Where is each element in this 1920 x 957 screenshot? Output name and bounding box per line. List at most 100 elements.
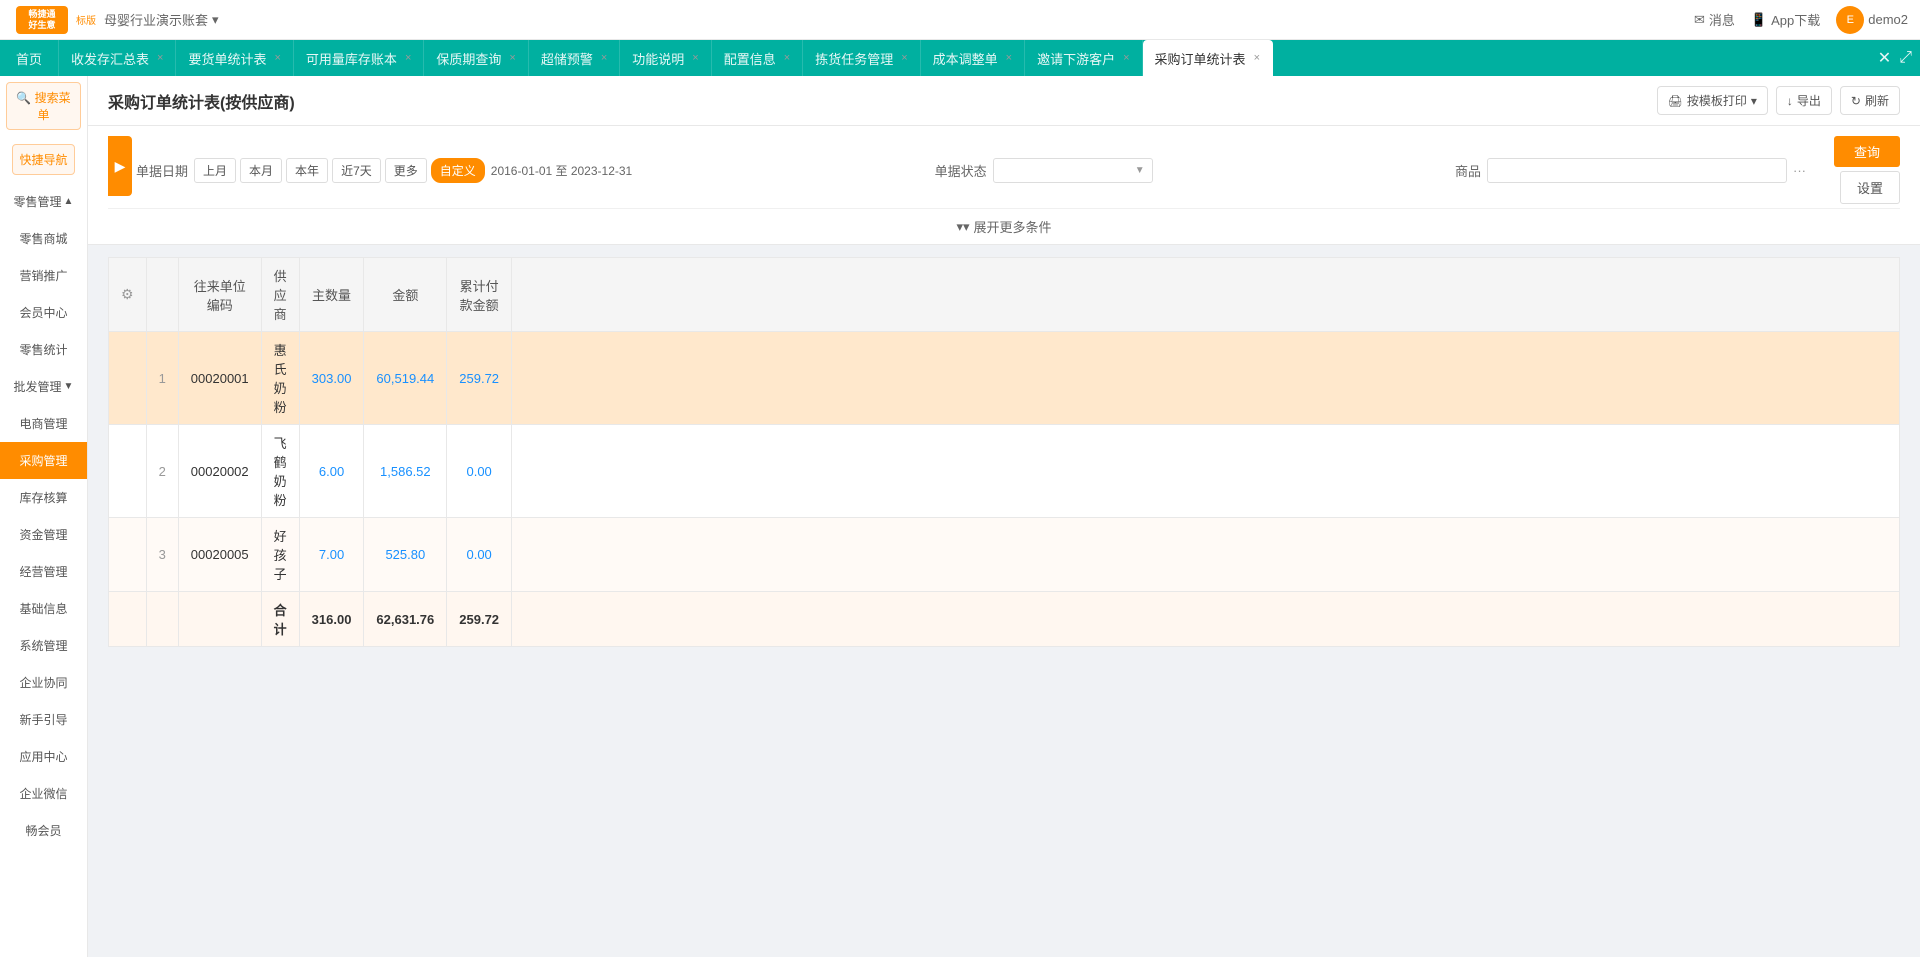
sidebar-item-ops-mgmt[interactable]: 经营管理 [0,553,87,590]
query-button[interactable]: 查询 [1834,136,1900,167]
filter-toggle-button[interactable]: ▶ [108,136,132,196]
row3-amount-link[interactable]: 525.80 [385,547,425,562]
tab-shoufahuizong-label: 收发存汇总表 [71,49,149,68]
nav-tabs: 首页 收发存汇总表 × 要货单统计表 × 可用量库存账本 × 保质期查询 × 超… [0,40,1920,76]
filter-line-1: 单据日期 上月 本月 本年 近7天 更多 自定义 2016-01-01 至 20… [136,136,1900,204]
export-button[interactable]: ↓ 导出 [1776,86,1832,115]
sidebar-item-newbie-guide[interactable]: 新手引导 [0,701,87,738]
table-body: 1 00020001 惠氏奶粉 303.00 60,519.44 259.72 … [109,332,1900,592]
table-row[interactable]: 1 00020001 惠氏奶粉 303.00 60,519.44 259.72 [109,332,1900,425]
tab-shoufahuizong-close-icon[interactable]: × [157,52,163,64]
user-profile-button[interactable]: E demo2 [1836,6,1908,34]
table-row[interactable]: 2 00020002 飞鹤奶粉 6.00 1,586.52 0.00 [109,425,1900,518]
row2-amount-link[interactable]: 1,586.52 [380,464,431,479]
tab-gongneng[interactable]: 功能说明 × [620,40,711,76]
tab-baozhibaoqi-close-icon[interactable]: × [509,52,515,64]
sidebar-item-retail-mgmt[interactable]: 零售管理 ▲ [0,183,87,220]
footer-quantity: 316.00 [299,592,364,647]
setting-button[interactable]: 设置 [1840,171,1900,204]
row3-paid-link[interactable]: 0.00 [466,547,491,562]
row1-amount: 60,519.44 [364,332,447,425]
row3-quantity-link[interactable]: 7.00 [319,547,344,562]
tab-yaoqingxiayou-close-icon[interactable]: × [1123,52,1129,64]
col-supplier-name-header: 供应商 [261,258,299,332]
tab-peizhi-close-icon[interactable]: × [784,52,790,64]
main-layout: 🔍 搜索菜单 快捷导航 零售管理 ▲ 零售商城 营销推广 会员中心 零售统计 批… [0,76,1920,957]
table-row[interactable]: 3 00020005 好孩子 7.00 525.80 0.00 [109,518,1900,592]
sidebar-item-retail-stats[interactable]: 零售统计 [0,331,87,368]
table-settings-icon[interactable]: ⚙ [121,286,134,302]
system-mgmt-label: 系统管理 [19,637,67,654]
message-button[interactable]: ✉ 消息 [1694,10,1735,29]
tab-peizhi-label: 配置信息 [724,49,776,68]
date-btn-this-year[interactable]: 本年 [286,158,328,183]
template-print-button[interactable]: 🖨 按模板打印 ▾ [1657,86,1768,115]
tab-baozhibaoqi[interactable]: 保质期查询 × [424,40,528,76]
nav-maximize-icon[interactable]: ⤢ [1899,49,1912,67]
expand-conditions-button[interactable]: ▾▾ 展开更多条件 [108,208,1900,244]
tab-caigoudantongji[interactable]: 采购订单统计表 × [1143,40,1273,76]
tab-home[interactable]: 首页 [0,40,59,76]
goods-label: 商品 [1455,161,1481,180]
sidebar-item-app-center[interactable]: 应用中心 [0,738,87,775]
quick-nav-button[interactable]: 快捷导航 [12,144,75,175]
date-btn-last-month[interactable]: 上月 [194,158,236,183]
date-btn-this-month[interactable]: 本月 [240,158,282,183]
tab-shoufahuizong[interactable]: 收发存汇总表 × [59,40,176,76]
row2-extra [512,425,1900,518]
tab-chengbentiaozheng[interactable]: 成本调整单 × [921,40,1025,76]
sidebar-item-wholesale-mgmt[interactable]: 批发管理 ▼ [0,368,87,405]
sidebar-item-basic-info[interactable]: 基础信息 [0,590,87,627]
date-btn-7days[interactable]: 近7天 [332,158,381,183]
goods-input[interactable] [1487,158,1787,183]
sidebar-item-member[interactable]: 畅会员 [0,812,87,849]
logo: 畅捷通好生意 [12,4,72,36]
header-actions: 🖨 按模板打印 ▾ ↓ 导出 ↻ 刷新 [1657,86,1900,115]
tab-peizhi[interactable]: 配置信息 × [712,40,803,76]
sidebar-item-inventory-check[interactable]: 库存核算 [0,479,87,516]
row1-paid-link[interactable]: 259.72 [459,371,499,386]
tab-chengbentiaozheng-close-icon[interactable]: × [1006,52,1012,64]
refresh-button[interactable]: ↻ 刷新 [1840,86,1900,115]
workspace-selector[interactable]: 母婴行业演示账套 ▾ [104,10,219,29]
tab-chaochuyujing[interactable]: 超储预警 × [529,40,620,76]
footer-amount: 62,631.76 [364,592,447,647]
tab-peihuorenwu-close-icon[interactable]: × [901,52,907,64]
tab-chaochuyujing-close-icon[interactable]: × [601,52,607,64]
retail-mgmt-label: 零售管理 [14,193,62,210]
sidebar-item-fund-mgmt[interactable]: 资金管理 [0,516,87,553]
sidebar-item-member-center[interactable]: 会员中心 [0,294,87,331]
status-select[interactable] [993,158,1153,183]
sidebar-item-system-mgmt[interactable]: 系统管理 [0,627,87,664]
nav-close-icon[interactable]: ✕ [1878,48,1891,68]
sidebar-item-marketing[interactable]: 营销推广 [0,257,87,294]
app-download-button[interactable]: 📱 App下载 [1751,10,1820,29]
sidebar-item-ecommerce[interactable]: 电商管理 [0,405,87,442]
logo-text: 畅捷通好生意 [28,9,55,31]
sidebar-item-retail-shop[interactable]: 零售商城 [0,220,87,257]
tab-caigoudantongji-close-icon[interactable]: × [1254,52,1260,64]
export-icon: ↓ [1787,94,1793,108]
search-menu-button[interactable]: 🔍 搜索菜单 [6,82,81,130]
row1-quantity-link[interactable]: 303.00 [312,371,352,386]
tab-peihuorenwu[interactable]: 拣货任务管理 × [803,40,920,76]
row2-paid-link[interactable]: 0.00 [466,464,491,479]
date-btn-custom[interactable]: 自定义 [431,158,485,183]
goods-more-icon[interactable]: ··· [1793,163,1806,178]
row1-amount-link[interactable]: 60,519.44 [376,371,434,386]
tab-yaohuodantongji-close-icon[interactable]: × [274,52,280,64]
tab-keyongliang[interactable]: 可用量库存账本 × [294,40,424,76]
tab-yaoqingxiayou[interactable]: 邀请下游客户 × [1025,40,1142,76]
sidebar-item-enterprise-wechat[interactable]: 企业微信 [0,775,87,812]
row2-quantity-link[interactable]: 6.00 [319,464,344,479]
date-btn-more[interactable]: 更多 [385,158,427,183]
tab-yaohuodantongji[interactable]: 要货单统计表 × [176,40,293,76]
footer-extra [512,592,1900,647]
user-name: demo2 [1868,12,1908,27]
sidebar-item-enterprise-collab[interactable]: 企业协同 [0,664,87,701]
tab-gongneng-close-icon[interactable]: × [692,52,698,64]
sidebar-item-purchase-mgmt[interactable]: 采购管理 [0,442,87,479]
col-supplier-code-header: 往来单位编码 [178,258,261,332]
row2-quantity: 6.00 [299,425,364,518]
tab-keyongliang-close-icon[interactable]: × [405,52,411,64]
